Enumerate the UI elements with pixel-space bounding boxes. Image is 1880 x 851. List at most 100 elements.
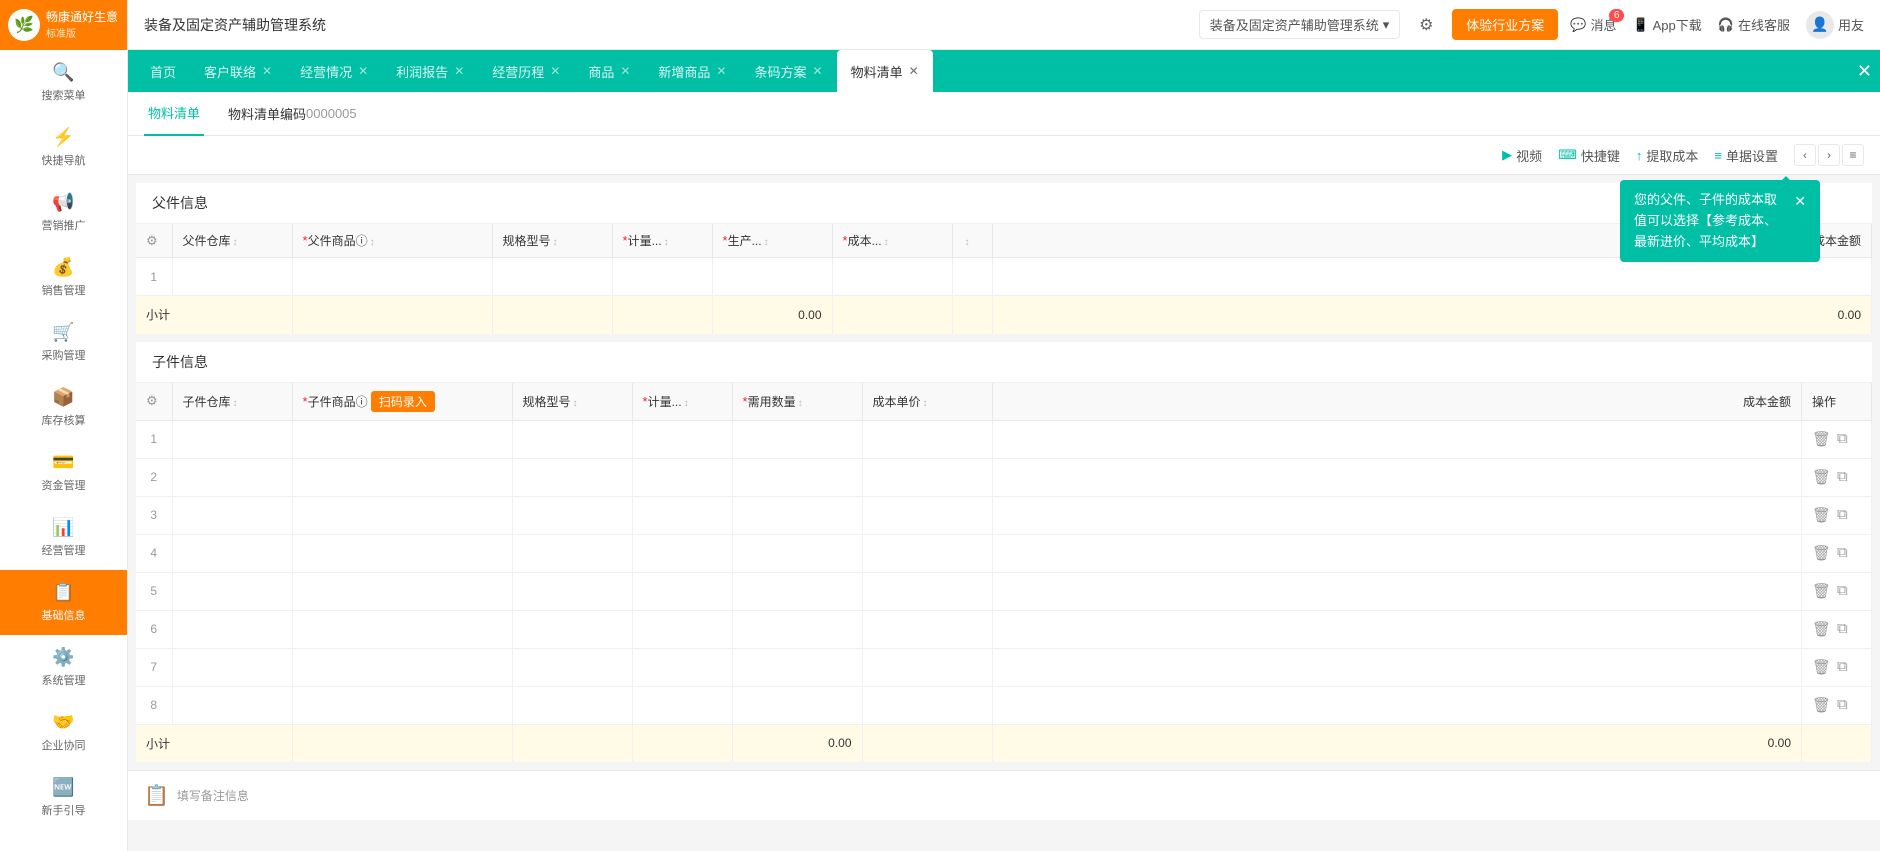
delete-icon[interactable]: 🗑 bbox=[1812, 620, 1831, 638]
child-qty-needed-cell[interactable] bbox=[732, 458, 862, 496]
delete-icon[interactable]: 🗑 bbox=[1812, 544, 1831, 562]
close-icon[interactable]: ✕ bbox=[813, 64, 823, 78]
child-qty-unit-cell[interactable] bbox=[632, 458, 732, 496]
sidebar-item-system[interactable]: ⚙️ 系统管理 bbox=[0, 635, 127, 700]
copy-icon[interactable]: ⧉ bbox=[1837, 430, 1848, 448]
child-cost-unit-cell[interactable] bbox=[862, 610, 992, 648]
sub-tab-list[interactable]: 物料清单 bbox=[144, 92, 204, 136]
qty-unit-cell[interactable] bbox=[612, 258, 712, 296]
next-arrow[interactable]: › bbox=[1818, 144, 1840, 166]
close-icon[interactable]: ✕ bbox=[262, 64, 272, 78]
sort-icon[interactable]: ↕ bbox=[370, 237, 375, 248]
child-spec-cell[interactable] bbox=[512, 572, 632, 610]
child-warehouse-cell[interactable] bbox=[172, 458, 292, 496]
child-qty-needed-cell[interactable] bbox=[732, 496, 862, 534]
child-spec-cell[interactable] bbox=[512, 610, 632, 648]
child-qty-needed-cell[interactable] bbox=[732, 686, 862, 724]
child-qty-unit-cell[interactable] bbox=[632, 496, 732, 534]
th-child-settings[interactable]: ⚙ bbox=[136, 383, 172, 421]
child-goods-cell[interactable] bbox=[292, 458, 512, 496]
child-qty-unit-cell[interactable] bbox=[632, 572, 732, 610]
sidebar-item-inventory[interactable]: 📦 库存核算 bbox=[0, 375, 127, 440]
tab-customer[interactable]: 客户联络✕ bbox=[190, 50, 286, 92]
tab-operations[interactable]: 经营情况✕ bbox=[286, 50, 382, 92]
view-video-button[interactable]: ▶ 视频 bbox=[1502, 146, 1542, 165]
sidebar-item-search[interactable]: 🔍 搜索菜单 bbox=[0, 50, 127, 115]
child-cost-unit-cell[interactable] bbox=[862, 534, 992, 572]
delete-icon[interactable]: 🗑 bbox=[1812, 658, 1831, 676]
settings-button[interactable]: ≡ 单据设置 bbox=[1714, 146, 1778, 165]
sort-icon[interactable]: ↕ bbox=[233, 237, 238, 248]
tooltip-close-button[interactable]: ✕ bbox=[1794, 190, 1806, 212]
extract-cost-button[interactable]: ↑ 提取成本 bbox=[1636, 146, 1699, 165]
child-spec-cell[interactable] bbox=[512, 534, 632, 572]
tab-profit[interactable]: 利润报告✕ bbox=[382, 50, 478, 92]
child-qty-unit-cell[interactable] bbox=[632, 420, 732, 458]
copy-icon[interactable]: ⧉ bbox=[1837, 468, 1848, 486]
child-qty-needed-cell[interactable] bbox=[732, 572, 862, 610]
child-warehouse-cell[interactable] bbox=[172, 686, 292, 724]
copy-icon[interactable]: ⧉ bbox=[1837, 620, 1848, 638]
copy-icon[interactable]: ⧉ bbox=[1837, 658, 1848, 676]
sub-tab-code[interactable]: 物料清单编码 0000005 bbox=[224, 92, 361, 136]
menu-icon[interactable]: ≡ bbox=[1842, 144, 1864, 166]
copy-icon[interactable]: ⧉ bbox=[1837, 696, 1848, 714]
child-cost-unit-cell[interactable] bbox=[862, 496, 992, 534]
sidebar-item-quicknav[interactable]: ⚡ 快捷导航 bbox=[0, 115, 127, 180]
child-goods-cell[interactable] bbox=[292, 648, 512, 686]
produce-cell[interactable] bbox=[712, 258, 832, 296]
child-warehouse-cell[interactable] bbox=[172, 572, 292, 610]
copy-icon[interactable]: ⧉ bbox=[1837, 582, 1848, 600]
child-cost-unit-cell[interactable] bbox=[862, 686, 992, 724]
close-icon[interactable]: ✕ bbox=[358, 64, 368, 78]
scan-button[interactable]: 扫码录入 bbox=[371, 391, 435, 412]
user-menu[interactable]: 👤 用友 bbox=[1806, 11, 1864, 39]
sort-icon[interactable]: ↕ bbox=[884, 237, 889, 248]
sort-icon[interactable]: ↕ bbox=[553, 237, 558, 248]
child-qty-unit-cell[interactable] bbox=[632, 686, 732, 724]
sidebar-item-sales[interactable]: 💰 销售管理 bbox=[0, 245, 127, 310]
app-download-button[interactable]: 📱 App下载 bbox=[1632, 15, 1701, 34]
cost-cell[interactable] bbox=[832, 258, 952, 296]
close-all-tabs-button[interactable]: ✕ bbox=[1857, 61, 1872, 82]
trial-button[interactable]: 体验行业方案 bbox=[1452, 9, 1558, 40]
th-settings[interactable]: ⚙ bbox=[136, 224, 172, 258]
sidebar-item-marketing[interactable]: 📢 营销推广 bbox=[0, 180, 127, 245]
close-icon[interactable]: ✕ bbox=[454, 64, 464, 78]
delete-icon[interactable]: 🗑 bbox=[1812, 506, 1831, 524]
close-icon[interactable]: ✕ bbox=[620, 64, 630, 78]
sort-icon[interactable]: ↕ bbox=[965, 237, 970, 248]
child-qty-needed-cell[interactable] bbox=[732, 610, 862, 648]
child-goods-cell[interactable] bbox=[292, 496, 512, 534]
settings-gear-icon[interactable]: ⚙ bbox=[146, 393, 158, 408]
tab-history[interactable]: 经营历程✕ bbox=[478, 50, 574, 92]
close-icon[interactable]: ✕ bbox=[550, 64, 560, 78]
sort-icon[interactable]: ↕ bbox=[573, 398, 578, 409]
child-cost-unit-cell[interactable] bbox=[862, 648, 992, 686]
child-cost-unit-cell[interactable] bbox=[862, 572, 992, 610]
child-goods-cell[interactable] bbox=[292, 610, 512, 648]
delete-icon[interactable]: 🗑 bbox=[1812, 430, 1831, 448]
settings-gear-icon[interactable]: ⚙ bbox=[1412, 11, 1440, 39]
child-qty-needed-cell[interactable] bbox=[732, 648, 862, 686]
child-qty-unit-cell[interactable] bbox=[632, 610, 732, 648]
child-warehouse-cell[interactable] bbox=[172, 420, 292, 458]
sort-icon[interactable]: ↕ bbox=[798, 398, 803, 409]
shortcut-button[interactable]: ⌨ 快捷键 bbox=[1558, 146, 1620, 165]
delete-icon[interactable]: 🗑 bbox=[1812, 468, 1831, 486]
child-warehouse-cell[interactable] bbox=[172, 610, 292, 648]
sidebar-item-cooperation[interactable]: 🤝 企业协同 bbox=[0, 700, 127, 765]
tab-home[interactable]: 首页 bbox=[136, 50, 190, 92]
close-icon[interactable]: ✕ bbox=[909, 64, 919, 78]
tab-goods[interactable]: 商品✕ bbox=[574, 50, 644, 92]
child-qty-needed-cell[interactable] bbox=[732, 420, 862, 458]
child-qty-unit-cell[interactable] bbox=[632, 534, 732, 572]
sort-icon[interactable]: ↕ bbox=[664, 237, 669, 248]
tab-bom[interactable]: 物料清单✕ bbox=[837, 50, 933, 92]
child-cost-unit-cell[interactable] bbox=[862, 458, 992, 496]
sort-icon[interactable]: ↕ bbox=[764, 237, 769, 248]
child-spec-cell[interactable] bbox=[512, 648, 632, 686]
sidebar-item-basic[interactable]: 📋 基础信息 bbox=[0, 570, 127, 635]
parent-warehouse-cell[interactable] bbox=[172, 258, 292, 296]
child-spec-cell[interactable] bbox=[512, 458, 632, 496]
